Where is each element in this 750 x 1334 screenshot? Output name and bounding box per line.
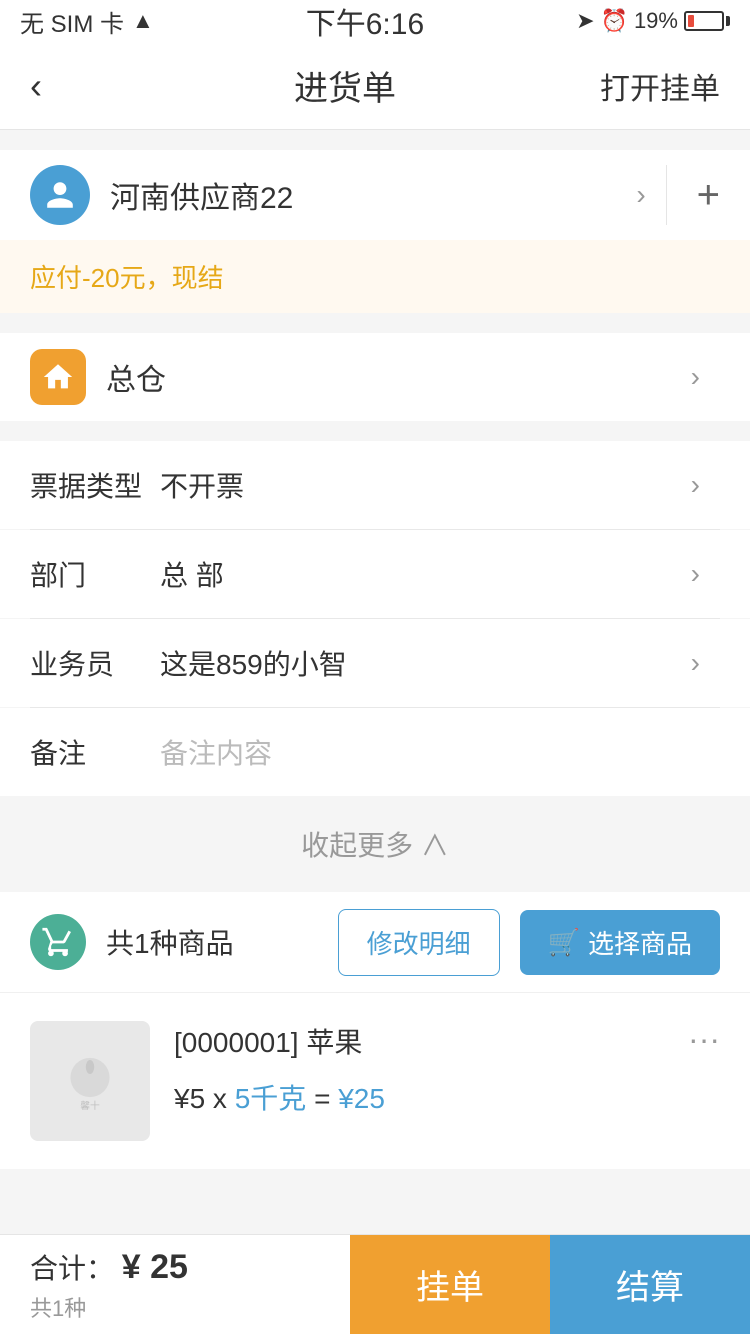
warehouse-chevron-icon: › — [691, 361, 700, 393]
location-icon: ➤ — [576, 8, 594, 34]
carrier-text: 无 SIM 卡 — [20, 4, 124, 39]
department-value: 总 部 — [150, 554, 691, 594]
section-gap-1 — [0, 130, 750, 150]
salesperson-label: 业务员 — [30, 643, 150, 683]
product-qty: 5千克 — [235, 1083, 307, 1114]
product-item: 馨十 [0000001] 苹果 ¥5 x 5千克 = ¥25 ··· — [0, 992, 750, 1169]
battery-text: 19% — [634, 8, 678, 34]
product-count: 共1种商品 — [106, 922, 338, 962]
invoice-type-label: 票据类型 — [30, 465, 150, 505]
svg-text:馨十: 馨十 — [80, 1099, 100, 1112]
department-row[interactable]: 部门 总 部 › — [0, 530, 750, 618]
invoice-type-row[interactable]: 票据类型 不开票 › — [0, 441, 750, 529]
bottom-total: 合计： ¥ 25 共1种 — [0, 1235, 350, 1334]
total-sub: 共1种 — [30, 1291, 320, 1323]
remark-value: 备注内容 — [150, 732, 720, 772]
product-price: ¥5 x 5千克 = ¥25 — [174, 1077, 672, 1117]
salesperson-row[interactable]: 业务员 这是859的小智 › — [0, 619, 750, 707]
total-amount: ¥ 25 — [122, 1248, 188, 1286]
status-bar: 无 SIM 卡 ▲ 下午6:16 ➤ ⏰ 19% — [0, 0, 750, 42]
add-button[interactable]: + — [666, 165, 720, 225]
salesperson-chevron: › — [691, 647, 700, 679]
product-header: 共1种商品 修改明细 🛒 选择商品 — [0, 892, 750, 992]
total-label: 合计： — [30, 1253, 114, 1284]
product-info: [0000001] 苹果 ¥5 x 5千克 = ¥25 — [174, 1021, 672, 1117]
alert-row: 应付-20元，现结 — [0, 240, 750, 313]
alert-text: 应付-20元，现结 — [30, 263, 224, 293]
modify-detail-button[interactable]: 修改明细 — [338, 909, 500, 976]
invoice-type-value: 不开票 — [150, 465, 691, 505]
product-name: [0000001] 苹果 — [174, 1021, 672, 1061]
warehouse-name: 总仓 — [106, 355, 691, 399]
product-icon — [30, 914, 86, 970]
collapse-row[interactable]: 收起更多 ∧ — [0, 796, 750, 892]
remark-label: 备注 — [30, 732, 150, 772]
department-label: 部门 — [30, 554, 150, 594]
supplier-avatar — [30, 165, 90, 225]
total-row: 合计： ¥ 25 — [30, 1247, 320, 1287]
supplier-chevron-icon: › — [636, 179, 645, 211]
back-button[interactable]: ‹ — [30, 65, 90, 107]
status-time: 下午6:16 — [306, 0, 424, 43]
hang-button[interactable]: 挂单 — [350, 1235, 550, 1334]
select-product-label: 选择商品 — [588, 924, 692, 961]
invoice-type-chevron: › — [691, 469, 700, 501]
alarm-icon: ⏰ — [601, 8, 628, 34]
collapse-label: 收起更多 ∧ — [301, 824, 449, 864]
checkout-button[interactable]: 结算 — [550, 1235, 750, 1334]
supplier-name: 河南供应商22 — [110, 173, 636, 217]
section-gap-3 — [0, 421, 750, 441]
wifi-icon: ▲ — [132, 8, 154, 34]
page-title: 进货单 — [294, 61, 396, 110]
status-right: ➤ ⏰ 19% — [576, 8, 730, 34]
bottom-bar: 合计： ¥ 25 共1种 挂单 结算 — [0, 1234, 750, 1334]
open-hang-button[interactable]: 打开挂单 — [600, 64, 720, 108]
select-product-button[interactable]: 🛒 选择商品 — [520, 910, 720, 975]
supplier-section[interactable]: 河南供应商22 › + — [0, 150, 750, 240]
product-more-button[interactable]: ··· — [672, 1021, 720, 1058]
product-total: ¥25 — [338, 1083, 385, 1114]
department-chevron: › — [691, 558, 700, 590]
status-left: 无 SIM 卡 ▲ — [20, 4, 154, 39]
warehouse-section[interactable]: 总仓 › — [0, 333, 750, 421]
battery-icon — [684, 11, 730, 31]
section-gap-2 — [0, 313, 750, 333]
select-product-icon: 🛒 — [548, 927, 580, 958]
warehouse-icon — [30, 349, 86, 405]
remark-row[interactable]: 备注 备注内容 — [0, 708, 750, 796]
salesperson-value: 这是859的小智 — [150, 643, 691, 683]
product-thumbnail: 馨十 — [30, 1021, 150, 1141]
nav-bar: ‹ 进货单 打开挂单 — [0, 42, 750, 130]
